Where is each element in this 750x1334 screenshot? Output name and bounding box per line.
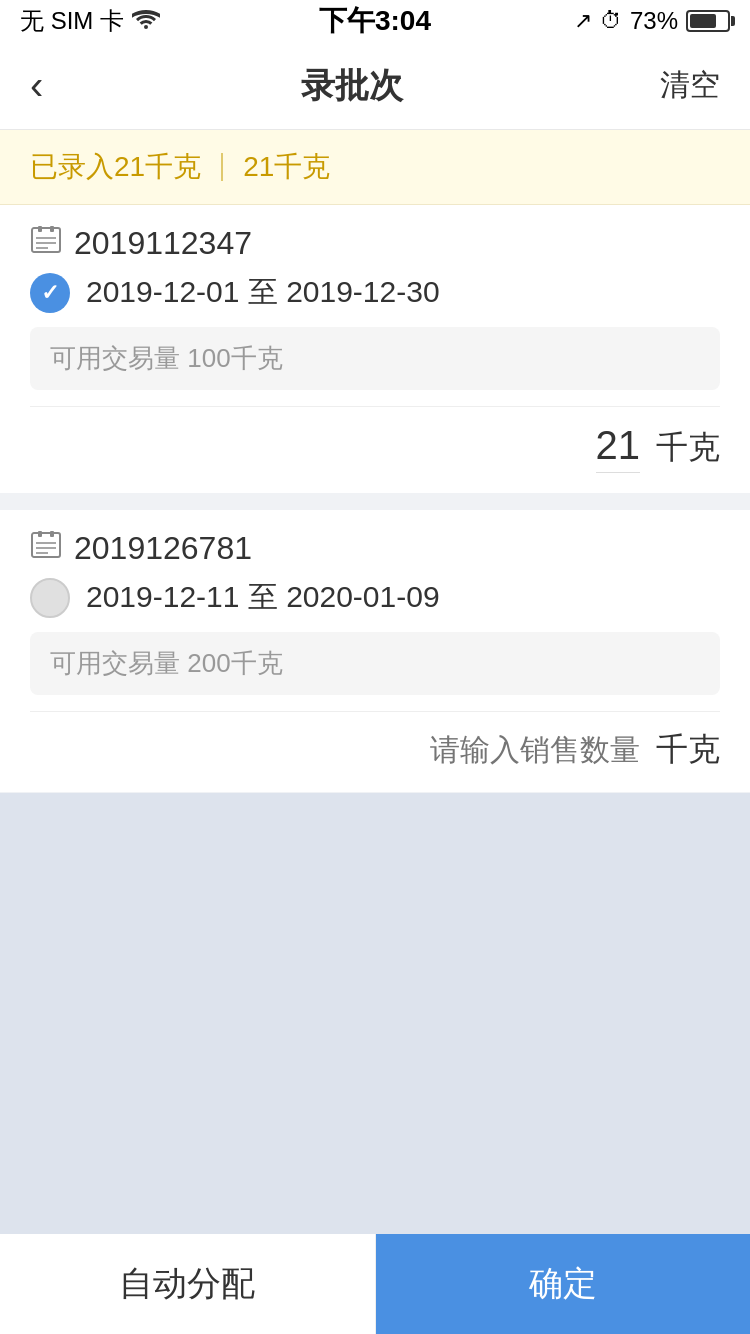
avail-box-2: 可用交易量 200千克 xyxy=(30,632,720,695)
radio-unselected-2[interactable] xyxy=(30,578,70,618)
svg-rect-2 xyxy=(50,226,54,232)
batch-header-2: 2019126781 xyxy=(30,530,720,567)
status-right: ↗ ⏱ 73% xyxy=(574,7,730,35)
wifi-icon xyxy=(132,7,160,35)
summary-bar: 已录入21千克 21千克 xyxy=(0,130,750,205)
location-icon: ↗ xyxy=(574,8,592,34)
input-unit-2: 千克 xyxy=(656,728,720,772)
empty-area xyxy=(0,793,750,1234)
status-time: 下午3:04 xyxy=(319,2,431,40)
confirm-button[interactable]: 确定 xyxy=(376,1234,751,1334)
batch-header-1: 2019112347 xyxy=(30,225,720,262)
svg-rect-8 xyxy=(50,531,54,537)
confirm-label: 确定 xyxy=(529,1261,597,1307)
status-left: 无 SIM 卡 xyxy=(20,5,160,37)
battery-icon xyxy=(686,10,730,32)
summary-recorded: 已录入21千克 xyxy=(30,148,201,186)
avail-box-1: 可用交易量 100千克 xyxy=(30,327,720,390)
auto-distribute-label: 自动分配 xyxy=(119,1261,255,1307)
batch-date-1: 2019-12-01 至 2019-12-30 xyxy=(86,272,440,313)
back-button[interactable]: ‹ xyxy=(30,63,43,108)
avail-text-1: 可用交易量 100千克 xyxy=(50,343,283,373)
qty-input-2[interactable] xyxy=(30,733,640,767)
batch-date-2: 2019-12-11 至 2020-01-09 xyxy=(86,577,440,618)
radio-selected-1[interactable]: ✓ xyxy=(30,273,70,313)
summary-divider xyxy=(221,153,223,181)
batch-number-1: 2019112347 xyxy=(74,225,252,262)
alarm-icon: ⏱ xyxy=(600,8,622,34)
batch-row-1[interactable]: ✓ 2019-12-01 至 2019-12-30 xyxy=(30,272,720,313)
auto-distribute-button[interactable]: 自动分配 xyxy=(0,1234,376,1334)
qty-value-1[interactable]: 21 xyxy=(596,423,641,473)
batch-row-2[interactable]: 2019-12-11 至 2020-01-09 xyxy=(30,577,720,618)
avail-text-2: 可用交易量 200千克 xyxy=(50,648,283,678)
batch-icon-1 xyxy=(30,226,62,261)
batch-item-2: 2019126781 2019-12-11 至 2020-01-09 可用交易量… xyxy=(0,510,750,793)
battery-percent: 73% xyxy=(630,7,678,35)
check-icon-1: ✓ xyxy=(41,280,59,306)
carrier-text: 无 SIM 卡 xyxy=(20,5,124,37)
batch-number-2: 2019126781 xyxy=(74,530,252,567)
bottom-bar: 自动分配 确定 xyxy=(0,1234,750,1334)
batch-icon-2 xyxy=(30,531,62,566)
nav-bar: ‹ 录批次 清空 xyxy=(0,42,750,130)
summary-amount: 21千克 xyxy=(243,148,330,186)
page-title: 录批次 xyxy=(301,63,403,109)
qty-row-1: 21 千克 xyxy=(30,406,720,493)
section-divider xyxy=(0,494,750,510)
clear-button[interactable]: 清空 xyxy=(660,65,720,106)
qty-unit-1: 千克 xyxy=(656,426,720,470)
svg-rect-1 xyxy=(38,226,42,232)
input-row-2: 千克 xyxy=(30,711,720,792)
status-bar: 无 SIM 卡 下午3:04 ↗ ⏱ 73% xyxy=(0,0,750,42)
main-content: 已录入21千克 21千克 2019112347 ✓ 2019-12- xyxy=(0,130,750,1234)
svg-rect-7 xyxy=(38,531,42,537)
batch-item-1: 2019112347 ✓ 2019-12-01 至 2019-12-30 可用交… xyxy=(0,205,750,494)
